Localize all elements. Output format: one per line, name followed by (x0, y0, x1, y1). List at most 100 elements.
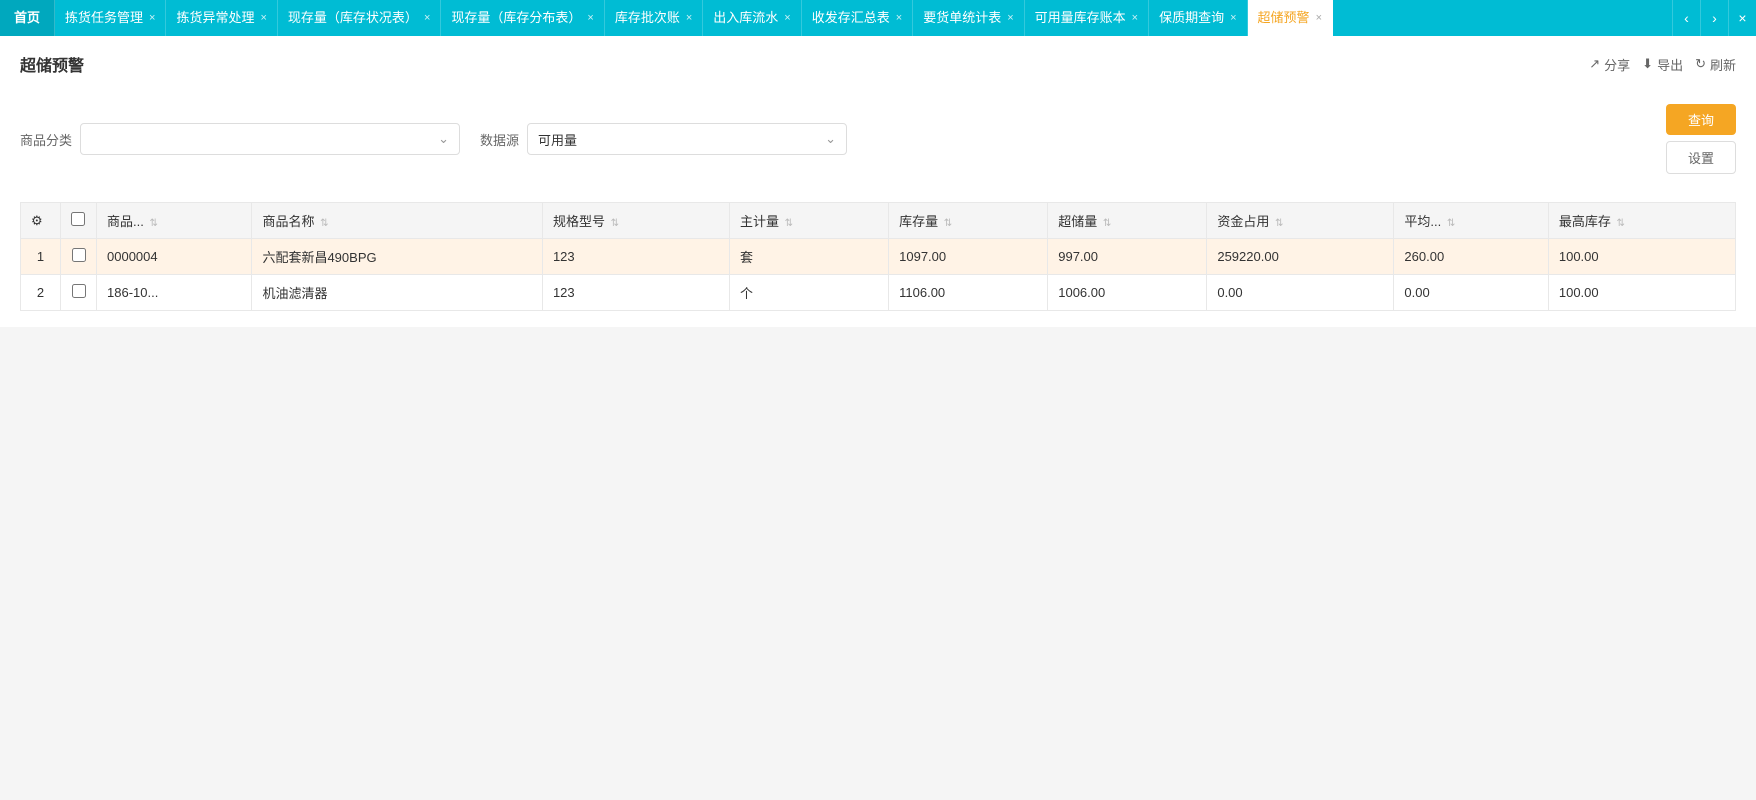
home-label: 首页 (14, 0, 40, 36)
share-icon: ↗ (1589, 56, 1600, 72)
row-check-0[interactable] (72, 248, 86, 262)
tab-label: 现存量（库存状况表） (288, 0, 418, 36)
nav-tab-tab-2[interactable]: 拣货异常处理× (166, 0, 277, 36)
row-over-0: 997.00 (1048, 239, 1207, 275)
tab-label: 要货单统计表 (923, 0, 1001, 36)
nav-tab-tab-5[interactable]: 库存批次账× (605, 0, 703, 36)
nav-arrow-right[interactable]: › (1700, 0, 1728, 36)
row-name-1: 机油滤清器 (252, 275, 543, 311)
nav-tab-tab-11[interactable]: 超储预警× (1248, 0, 1333, 36)
tab-close-tab-1[interactable]: × (149, 0, 155, 36)
refresh-icon: ↻ (1695, 56, 1706, 72)
tab-close-tab-6[interactable]: × (784, 0, 790, 36)
nav-tab-tab-7[interactable]: 收发存汇总表× (802, 0, 913, 36)
category-select[interactable]: ⌄ (80, 123, 460, 155)
tab-close-tab-4[interactable]: × (587, 0, 593, 36)
tab-label: 拣货任务管理 (65, 0, 143, 36)
tab-label: 收发存汇总表 (812, 0, 890, 36)
tab-close-tab-9[interactable]: × (1132, 0, 1138, 36)
row-max-1: 100.00 (1548, 275, 1735, 311)
datasource-filter: 数据源 可用量 ⌄ (480, 123, 847, 155)
tab-close-tab-11[interactable]: × (1316, 0, 1322, 36)
tab-close-tab-3[interactable]: × (424, 0, 430, 36)
row-max-0: 100.00 (1548, 239, 1735, 275)
nav-tab-tab-10[interactable]: 保质期查询× (1149, 0, 1247, 36)
page-content: 超储预警 ↗ 分享 ⬇ 导出 ↻ 刷新 商品分类 ⌄ 数据源 (0, 36, 1756, 327)
table-header-row: ⚙ 商品... ⇅ 商品名称 ⇅ 规格型号 ⇅ 主计量 (21, 203, 1736, 239)
col-unit-header[interactable]: 主计量 ⇅ (730, 203, 889, 239)
settings-button[interactable]: 设置 (1666, 141, 1736, 174)
nav-tab-tab-4[interactable]: 现存量（库存分布表）× (441, 0, 604, 36)
tab-label: 库存批次账 (615, 0, 680, 36)
datasource-label: 数据源 (480, 130, 519, 149)
tab-label: 保质期查询 (1159, 0, 1224, 36)
sort-icon-spec: ⇅ (611, 218, 619, 229)
select-all-checkbox[interactable] (71, 212, 85, 226)
category-label: 商品分类 (20, 130, 72, 149)
row-checkbox-0[interactable] (61, 239, 97, 275)
tab-label: 超储预警 (1258, 0, 1310, 36)
nav-arrow-left[interactable]: ‹ (1672, 0, 1700, 36)
query-button[interactable]: 查询 (1666, 104, 1736, 135)
row-over-1: 1006.00 (1048, 275, 1207, 311)
refresh-button[interactable]: ↻ 刷新 (1695, 55, 1736, 74)
col-gear[interactable]: ⚙ (21, 203, 61, 239)
col-avg-header[interactable]: 平均... ⇅ (1394, 203, 1548, 239)
page-title: 超储预警 (20, 52, 84, 76)
data-table: ⚙ 商品... ⇅ 商品名称 ⇅ 规格型号 ⇅ 主计量 (20, 202, 1736, 311)
col-sku-header[interactable]: 商品... ⇅ (97, 203, 252, 239)
row-sku-1: 186-10... (97, 275, 252, 311)
sort-icon-over: ⇅ (1103, 218, 1111, 229)
row-unit-0: 套 (730, 239, 889, 275)
row-stock-1: 1106.00 (889, 275, 1048, 311)
share-button[interactable]: ↗ 分享 (1589, 55, 1630, 74)
col-max-header[interactable]: 最高库存 ⇅ (1548, 203, 1735, 239)
export-button[interactable]: ⬇ 导出 (1642, 55, 1683, 74)
nav-tab-tab-6[interactable]: 出入库流水× (703, 0, 801, 36)
sort-icon-unit: ⇅ (785, 218, 793, 229)
filter-row: 商品分类 ⌄ 数据源 可用量 ⌄ 查询 设置 (20, 92, 1736, 186)
row-check-1[interactable] (72, 284, 86, 298)
nav-home[interactable]: 首页 (0, 0, 55, 36)
nav-arrows: ‹ › × (1672, 0, 1756, 36)
tab-close-tab-8[interactable]: × (1007, 0, 1013, 36)
row-checkbox-1[interactable] (61, 275, 97, 311)
row-seq-0: 1 (21, 239, 61, 275)
nav-tab-tab-8[interactable]: 要货单统计表× (913, 0, 1024, 36)
col-stock-header[interactable]: 库存量 ⇅ (889, 203, 1048, 239)
sort-icon-stock: ⇅ (944, 218, 952, 229)
tab-close-tab-2[interactable]: × (260, 0, 266, 36)
col-spec-header[interactable]: 规格型号 ⇅ (542, 203, 729, 239)
col-over-header[interactable]: 超储量 ⇅ (1048, 203, 1207, 239)
tab-label: 可用量库存账本 (1035, 0, 1126, 36)
table-row: 1 0000004 六配套新昌490BPG 123 套 1097.00 997.… (21, 239, 1736, 275)
sort-icon-name: ⇅ (320, 218, 328, 229)
filter-buttons: 查询 设置 (1666, 104, 1736, 174)
top-nav: 首页 拣货任务管理×拣货异常处理×现存量（库存状况表）×现存量（库存分布表）×库… (0, 0, 1756, 36)
datasource-value: 可用量 (538, 130, 577, 149)
nav-tab-tab-1[interactable]: 拣货任务管理× (55, 0, 166, 36)
category-arrow-icon: ⌄ (438, 131, 449, 147)
row-unit-1: 个 (730, 275, 889, 311)
row-spec-0: 123 (542, 239, 729, 275)
col-capital-header[interactable]: 资金占用 ⇅ (1207, 203, 1394, 239)
share-label: 分享 (1604, 55, 1630, 74)
tab-close-tab-5[interactable]: × (686, 0, 692, 36)
col-checkbox-header[interactable] (61, 203, 97, 239)
nav-arrow-close[interactable]: × (1728, 0, 1756, 36)
datasource-select[interactable]: 可用量 ⌄ (527, 123, 847, 155)
tab-close-tab-10[interactable]: × (1230, 0, 1236, 36)
sort-icon-capital: ⇅ (1275, 218, 1283, 229)
table-row: 2 186-10... 机油滤清器 123 个 1106.00 1006.00 … (21, 275, 1736, 311)
sort-icon-max: ⇅ (1617, 218, 1625, 229)
export-icon: ⬇ (1642, 56, 1653, 72)
tab-close-tab-7[interactable]: × (896, 0, 902, 36)
tab-label: 现存量（库存分布表） (451, 0, 581, 36)
nav-tab-tab-9[interactable]: 可用量库存账本× (1025, 0, 1149, 36)
nav-tab-tab-3[interactable]: 现存量（库存状况表）× (278, 0, 441, 36)
tab-label: 出入库流水 (713, 0, 778, 36)
row-avg-1: 0.00 (1394, 275, 1548, 311)
row-capital-0: 259220.00 (1207, 239, 1394, 275)
row-avg-0: 260.00 (1394, 239, 1548, 275)
col-name-header[interactable]: 商品名称 ⇅ (252, 203, 543, 239)
